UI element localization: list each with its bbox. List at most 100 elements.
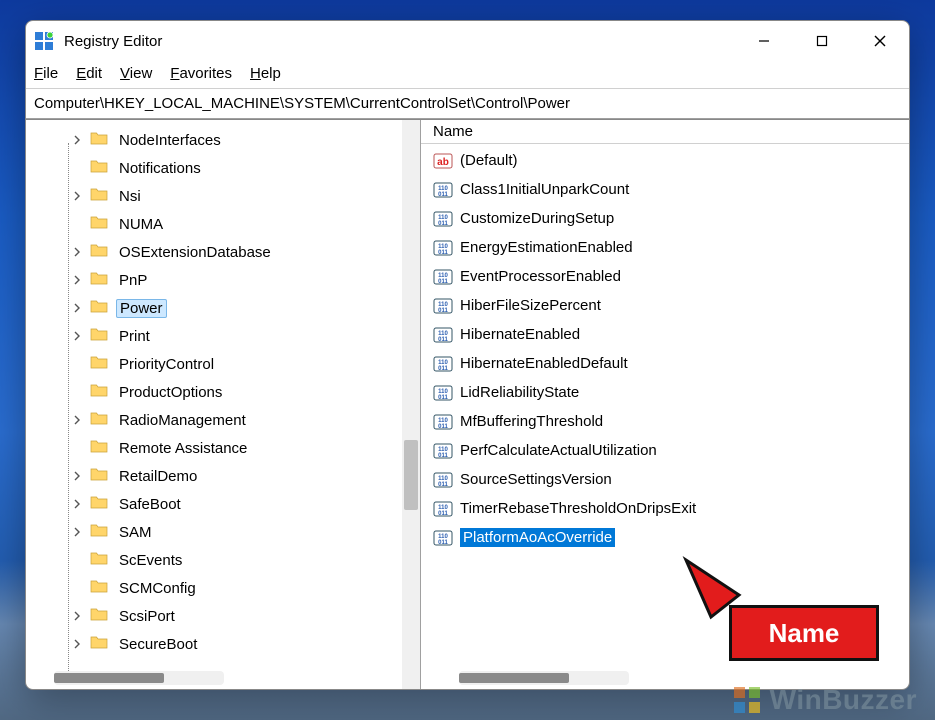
regedit-app-icon [34, 31, 54, 51]
expand-chevron-icon[interactable] [70, 189, 84, 203]
value-row[interactable]: 110011HiberFileSizePercent [421, 291, 909, 320]
menu-file[interactable]: File [34, 65, 58, 82]
tree-item-print[interactable]: Print [30, 322, 420, 350]
tree-item-retaildemo[interactable]: RetailDemo [30, 462, 420, 490]
value-row[interactable]: ab(Default) [421, 146, 909, 175]
tree-item-scsiport[interactable]: ScsiPort [30, 602, 420, 630]
svg-text:011: 011 [438, 192, 448, 198]
value-row[interactable]: 110011Class1InitialUnparkCount [421, 175, 909, 204]
tree-item-label: OSExtensionDatabase [116, 244, 274, 261]
tree-item-notifications[interactable]: Notifications [30, 154, 420, 182]
binary-value-icon: 110011 [433, 355, 453, 373]
tree-item-power[interactable]: Power [30, 294, 420, 322]
svg-text:011: 011 [438, 540, 448, 546]
winbuzzer-watermark: WinBuzzer [732, 684, 917, 716]
tree-scrollbar[interactable] [402, 120, 420, 689]
folder-icon [90, 607, 114, 625]
tree-item-nodeinterfaces[interactable]: NodeInterfaces [30, 126, 420, 154]
svg-text:011: 011 [438, 250, 448, 256]
tree-item-scmconfig[interactable]: SCMConfig [30, 574, 420, 602]
tree-item-label: Notifications [116, 160, 204, 177]
tree-item-secureboot[interactable]: SecureBoot [30, 630, 420, 658]
value-row[interactable]: 110011 TimerRebaseThresholdOnDripsExit [421, 494, 909, 523]
folder-icon [90, 635, 114, 653]
tree-item-label: ProductOptions [116, 384, 225, 401]
expand-chevron-icon[interactable] [70, 245, 84, 259]
annotation-callout: Name [729, 605, 879, 661]
tree-item-label: ScsiPort [116, 608, 178, 625]
value-row[interactable]: 110011CustomizeDuringSetup [421, 204, 909, 233]
value-row[interactable]: 110011LidReliabilityState [421, 378, 909, 407]
menu-favorites[interactable]: Favorites [170, 65, 232, 82]
expand-chevron-icon[interactable] [70, 133, 84, 147]
menubar: File Edit View Favorites Help [26, 61, 909, 88]
tree-item-osextensiondatabase[interactable]: OSExtensionDatabase [30, 238, 420, 266]
values-header-name[interactable]: Name [421, 120, 909, 144]
tree-item-label: SAM [116, 524, 155, 541]
expand-chevron-icon[interactable] [70, 497, 84, 511]
tree-item-radiomanagement[interactable]: RadioManagement [30, 406, 420, 434]
value-name: PlatformAoAcOverride [460, 528, 615, 547]
svg-text:011: 011 [438, 453, 448, 459]
tree-item-label: PriorityControl [116, 356, 217, 373]
binary-value-icon: 110011 [433, 297, 453, 315]
value-row[interactable]: 110011HibernateEnabledDefault [421, 349, 909, 378]
svg-text:011: 011 [438, 395, 448, 401]
value-name: LidReliabilityState [460, 384, 579, 401]
svg-text:ab: ab [437, 157, 449, 168]
folder-icon [90, 131, 114, 149]
tree-item-label: SecureBoot [116, 636, 200, 653]
tree-item-numa[interactable]: NUMA [30, 210, 420, 238]
expand-chevron-icon[interactable] [70, 469, 84, 483]
binary-value-icon: 110011 [433, 442, 453, 460]
expand-chevron-icon[interactable] [70, 329, 84, 343]
svg-text:011: 011 [438, 482, 448, 488]
value-name: MfBufferingThreshold [460, 413, 603, 430]
menu-help[interactable]: Help [250, 65, 281, 82]
tree-item-safeboot[interactable]: SafeBoot [30, 490, 420, 518]
tree-item-scevents[interactable]: ScEvents [30, 546, 420, 574]
expand-chevron-icon[interactable] [70, 273, 84, 287]
value-row[interactable]: 110011PlatformAoAcOverride [421, 523, 909, 552]
expand-chevron-icon[interactable] [70, 413, 84, 427]
value-name: TimerRebaseThresholdOnDripsExit [460, 500, 696, 517]
value-name: SourceSettingsVersion [460, 471, 612, 488]
value-name: Class1InitialUnparkCount [460, 181, 629, 198]
menu-view[interactable]: View [120, 65, 152, 82]
tree-item-remote-assistance[interactable]: Remote Assistance [30, 434, 420, 462]
minimize-button[interactable] [735, 21, 793, 61]
menu-edit[interactable]: Edit [76, 65, 102, 82]
expand-chevron-icon[interactable] [70, 301, 84, 315]
expand-chevron-icon[interactable] [70, 637, 84, 651]
value-row[interactable]: 110011HibernateEnabled [421, 320, 909, 349]
tree-item-label: RetailDemo [116, 468, 200, 485]
tree-hscrollbar[interactable] [54, 671, 224, 685]
titlebar: Registry Editor [26, 21, 909, 61]
value-row[interactable]: 110011EventProcessorEnabled [421, 262, 909, 291]
tree-item-prioritycontrol[interactable]: PriorityControl [30, 350, 420, 378]
tree-item-pnp[interactable]: PnP [30, 266, 420, 294]
values-list[interactable]: ab(Default) 110011 Class1InitialUnparkCoun… [421, 144, 909, 554]
maximize-button[interactable] [793, 21, 851, 61]
value-row[interactable]: 110011SourceSettingsVersion [421, 465, 909, 494]
binary-value-icon: 110011 [433, 210, 453, 228]
folder-icon [90, 355, 114, 373]
svg-text:011: 011 [438, 424, 448, 430]
folder-icon [90, 327, 114, 345]
tree-item-sam[interactable]: SAM [30, 518, 420, 546]
registry-tree[interactable]: NodeInterfaces Notifications NsiNUMA OSExte… [26, 120, 420, 664]
value-row[interactable]: 110011MfBufferingThreshold [421, 407, 909, 436]
value-row[interactable]: 110011PerfCalculateActualUtilization [421, 436, 909, 465]
expand-chevron-icon[interactable] [70, 609, 84, 623]
value-row[interactable]: 110011EnergyEstimationEnabled [421, 233, 909, 262]
folder-icon [90, 551, 114, 569]
close-button[interactable] [851, 21, 909, 61]
binary-value-icon: 110011 [433, 239, 453, 257]
address-bar[interactable]: Computer\HKEY_LOCAL_MACHINE\SYSTEM\Curre… [26, 88, 909, 119]
values-hscrollbar[interactable] [459, 671, 629, 685]
expand-chevron-icon[interactable] [70, 525, 84, 539]
binary-value-icon: 110011 [433, 500, 453, 518]
tree-item-nsi[interactable]: Nsi [30, 182, 420, 210]
tree-item-productoptions[interactable]: ProductOptions [30, 378, 420, 406]
svg-text:011: 011 [438, 366, 448, 372]
